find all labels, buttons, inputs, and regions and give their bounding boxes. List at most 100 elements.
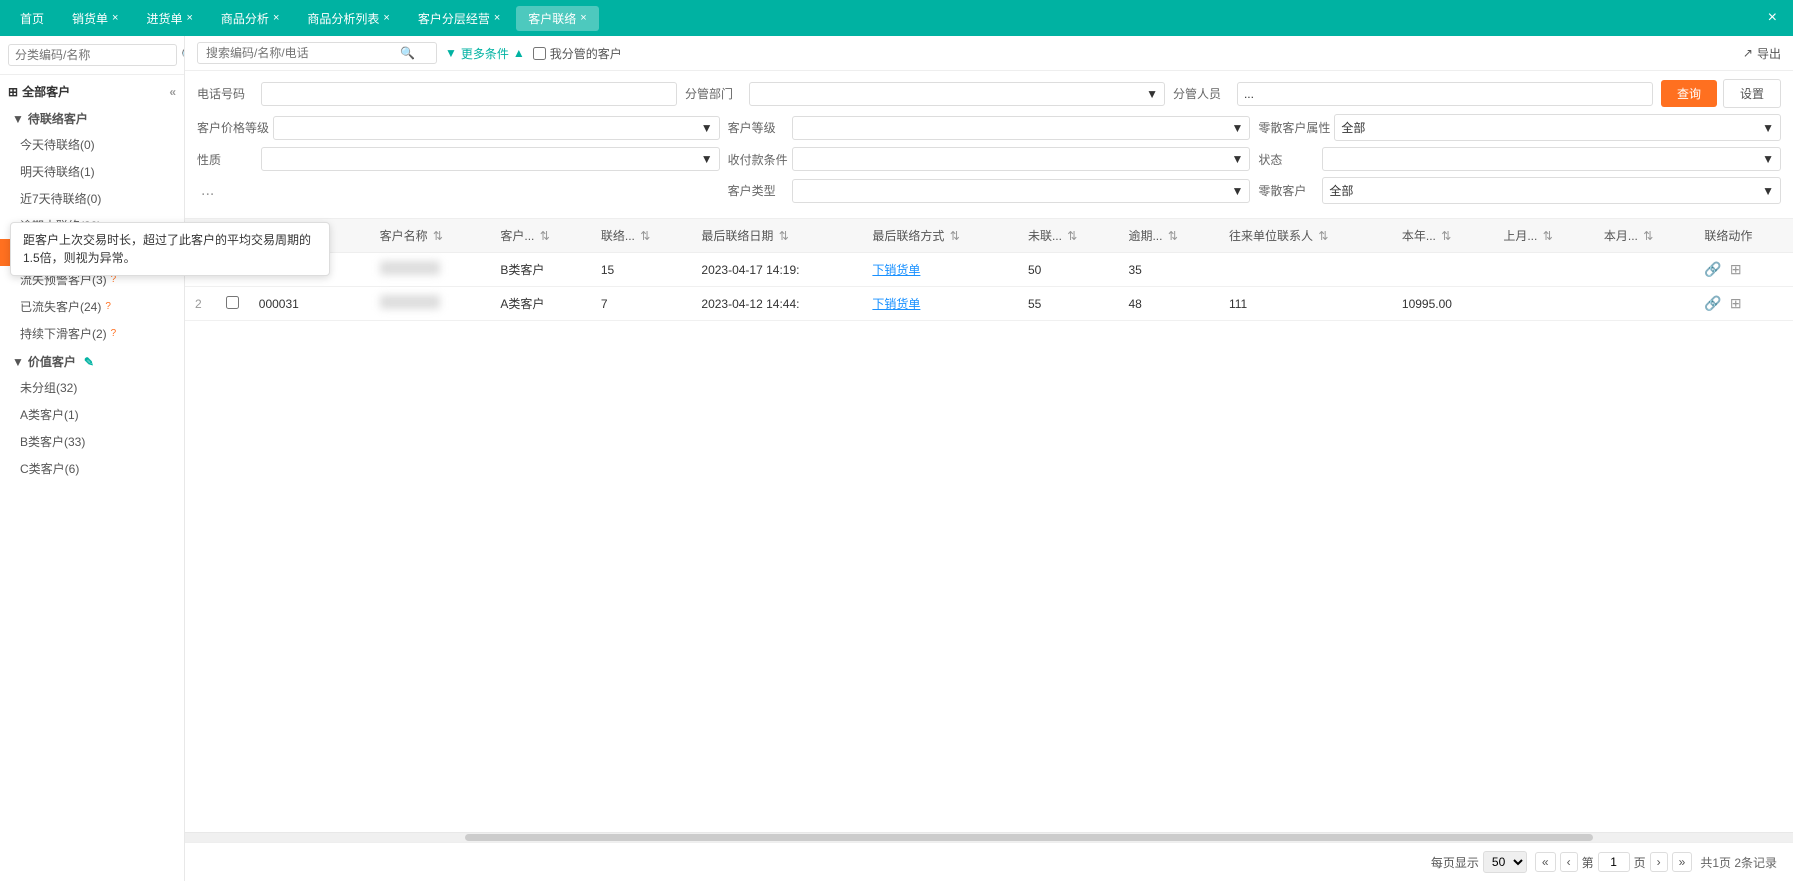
b-class-label: B类客户(33)	[20, 433, 85, 450]
nav-customer-seg[interactable]: 客户分层经营 ×	[406, 6, 512, 31]
nav-purchase[interactable]: 进货单 ×	[134, 6, 204, 31]
dept-select[interactable]: ▼	[749, 82, 1165, 106]
row2-actions: 🔗 ⊞	[1694, 287, 1793, 321]
row2-link-icon[interactable]: 🔗	[1704, 295, 1721, 312]
sidebar-item-c-class[interactable]: C类客户(6)	[0, 455, 184, 482]
row2-method-link[interactable]: 下销货单	[872, 297, 920, 311]
nav-sales[interactable]: 销货单 ×	[60, 6, 130, 31]
nav-customer-seg-close[interactable]: ×	[494, 12, 500, 24]
filter-phone: 电话号码	[197, 82, 677, 106]
customer-grade-chevron: ▼	[1231, 121, 1243, 135]
nav-purchase-close[interactable]: ×	[186, 12, 192, 24]
retail-customer-select[interactable]: 全部 ▼	[1322, 177, 1781, 204]
nature-chevron: ▼	[701, 152, 713, 166]
export-button[interactable]: ↗ 导出	[1743, 45, 1781, 62]
nav-analysis-close[interactable]: ×	[273, 12, 279, 24]
more-dots[interactable]: ...	[197, 182, 218, 200]
payment-select[interactable]: ▼	[792, 147, 1251, 171]
sidebar-item-declining[interactable]: 持续下滑客户(2) ?	[0, 320, 184, 347]
main-search-icon[interactable]: 🔍	[400, 46, 415, 60]
per-page-select[interactable]: 50	[1483, 851, 1527, 873]
value-section: ▼ 价值客户 ✎	[0, 347, 184, 374]
page-number-input[interactable]	[1598, 852, 1630, 872]
row1-last-method: 下销货单	[862, 253, 1018, 287]
sort-date-icon[interactable]: ⇅	[779, 229, 789, 243]
th-last-method-label: 最后联络方式	[872, 229, 944, 243]
th-action-label: 联络动作	[1704, 229, 1752, 243]
grid-icon: ⊞	[8, 85, 18, 99]
nav-customer-seg-label: 客户分层经营	[418, 10, 490, 27]
sort-method-icon[interactable]: ⇅	[950, 229, 960, 243]
per-page-area: 每页显示 50	[1431, 851, 1527, 873]
row1-action-icons: 🔗 ⊞	[1704, 261, 1783, 278]
more-conditions-button[interactable]: ▼ 更多条件 ▲	[445, 45, 525, 62]
sort-name-icon[interactable]: ⇅	[433, 229, 443, 243]
row1-contact-person	[1219, 253, 1392, 287]
nav-analysis[interactable]: 商品分析 ×	[209, 6, 291, 31]
sidebar-item-a-class[interactable]: A类客户(1)	[0, 401, 184, 428]
sidebar-all-customers[interactable]: ⊞ 全部客户 «	[0, 75, 184, 104]
nav-home[interactable]: 首页	[8, 6, 56, 31]
sidebar-search-input[interactable]	[8, 44, 177, 66]
sort-overdue-icon[interactable]: ⇅	[1168, 229, 1178, 243]
manager-select[interactable]: ...	[1237, 82, 1653, 106]
row2-checkbox[interactable]	[216, 287, 249, 321]
row1-overdue: 35	[1118, 253, 1219, 287]
nav-customer-contact-close[interactable]: ×	[580, 12, 586, 24]
nav-customer-contact[interactable]: 客户联络 ×	[516, 6, 598, 31]
sort-type-icon[interactable]: ⇅	[540, 229, 550, 243]
status-label: 状态	[1258, 151, 1318, 168]
sidebar-item-tomorrow[interactable]: 明天待联络(1)	[0, 158, 184, 185]
page-label: 第	[1582, 854, 1594, 871]
row1-actions: 🔗 ⊞	[1694, 253, 1793, 287]
horizontal-scrollbar[interactable]	[185, 832, 1793, 842]
close-all-button[interactable]: ×	[1760, 5, 1785, 31]
row1-grid-icon[interactable]: ⊞	[1730, 261, 1742, 278]
scrollbar-thumb[interactable]	[465, 834, 1593, 841]
nav-analysis-list-close[interactable]: ×	[383, 12, 389, 24]
settings-button[interactable]: 设置	[1723, 79, 1781, 108]
sidebar-item-churned[interactable]: 已流失客户(24) ?	[0, 293, 184, 320]
retail-attr-select[interactable]: 全部 ▼	[1334, 114, 1781, 141]
row2-num: 2	[185, 287, 216, 321]
sort-contact-icon[interactable]: ⇅	[640, 229, 650, 243]
first-page-button[interactable]: «	[1535, 852, 1556, 872]
phone-input[interactable]	[261, 82, 677, 106]
nature-select[interactable]: ▼	[261, 147, 720, 171]
sidebar-item-7days[interactable]: 近7天待联络(0)	[0, 185, 184, 212]
sort-tmonth-icon[interactable]: ⇅	[1643, 229, 1653, 243]
collapse-icon[interactable]: «	[169, 85, 176, 99]
sidebar-item-today[interactable]: 今天待联络(0)	[0, 131, 184, 158]
next-page-button[interactable]: ›	[1650, 852, 1668, 872]
nature-label: 性质	[197, 151, 257, 168]
nav-sales-close[interactable]: ×	[112, 12, 118, 24]
my-customers-checkbox[interactable]	[533, 47, 546, 60]
filter-status: 状态 ▼	[1258, 147, 1781, 171]
row2-grid-icon[interactable]: ⊞	[1730, 295, 1742, 312]
nav-analysis-list[interactable]: 商品分析列表 ×	[295, 6, 401, 31]
sort-year-icon[interactable]: ⇅	[1441, 229, 1451, 243]
chevron-up-icon: ▲	[513, 46, 525, 60]
customer-grade-select[interactable]: ▼	[792, 116, 1251, 140]
th-type-label: 客户...	[500, 229, 534, 243]
row1-link-icon[interactable]: 🔗	[1704, 261, 1721, 278]
price-grade-select[interactable]: ▼	[273, 116, 720, 140]
customer-type-select[interactable]: ▼	[792, 179, 1251, 203]
sidebar-item-b-class[interactable]: B类客户(33)	[0, 428, 184, 455]
last-page-button[interactable]: »	[1672, 852, 1693, 872]
sort-lmonth-icon[interactable]: ⇅	[1543, 229, 1553, 243]
row2-select[interactable]	[226, 296, 239, 309]
sidebar-item-ungroup[interactable]: 未分组(32)	[0, 374, 184, 401]
status-select[interactable]: ▼	[1322, 147, 1781, 171]
today-contact-label: 今天待联络(0)	[20, 136, 95, 153]
sort-uncontacted-icon[interactable]: ⇅	[1067, 229, 1077, 243]
prev-page-button[interactable]: ‹	[1560, 852, 1578, 872]
churned-badge: ?	[105, 301, 111, 312]
main-search-input[interactable]	[206, 46, 396, 60]
row1-method-link[interactable]: 下销货单	[872, 263, 920, 277]
query-button[interactable]: 查询	[1661, 80, 1717, 107]
edit-icon[interactable]: ✎	[84, 355, 94, 369]
sort-person-icon[interactable]: ⇅	[1318, 229, 1328, 243]
export-icon: ↗	[1743, 46, 1753, 60]
pagination: 每页显示 50 « ‹ 第 页 › » 共1页 2条记录	[185, 842, 1793, 881]
